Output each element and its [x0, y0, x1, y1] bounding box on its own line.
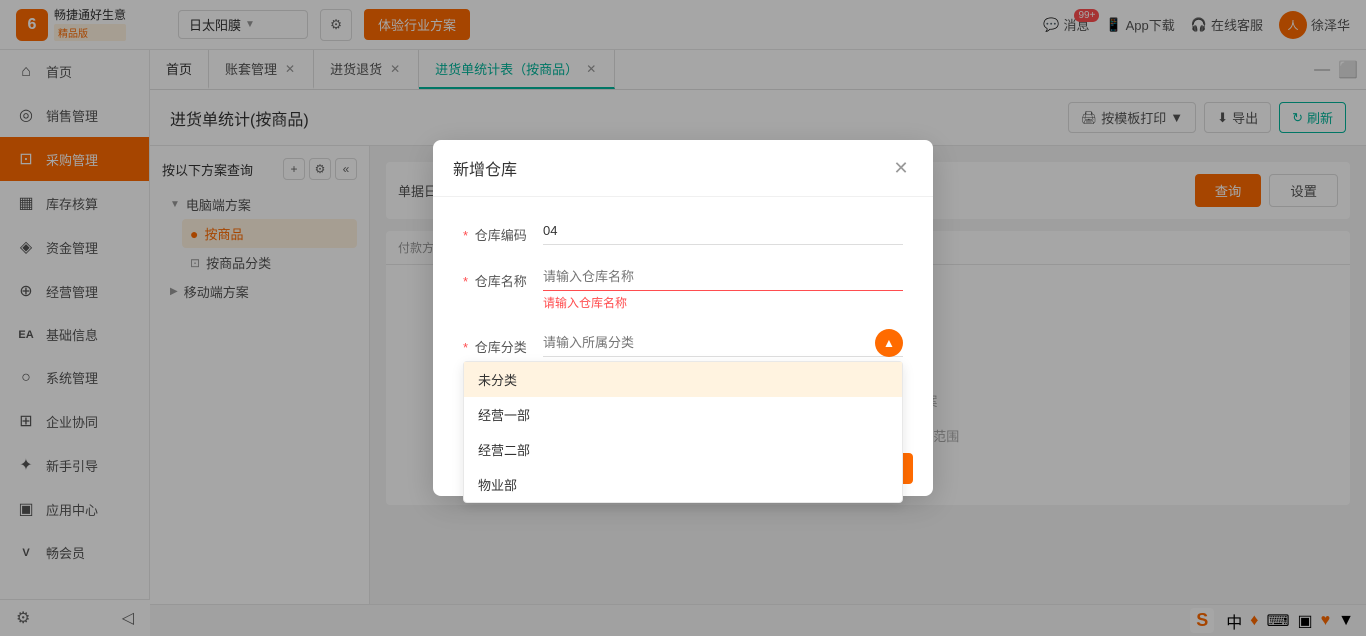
category-input[interactable]: [543, 329, 903, 357]
form-row-code: * 仓库编码: [463, 217, 903, 245]
name-error-msg: 请输入仓库名称: [543, 294, 903, 311]
modal-body: * 仓库编码 * 仓库名称 请输入仓库名称: [433, 197, 933, 441]
cat-option-uncategorized[interactable]: 未分类: [464, 362, 902, 397]
modal-overlay: 新增仓库 ✕ * 仓库编码 * 仓库名称: [0, 0, 1366, 636]
category-selector: ▲: [543, 329, 903, 357]
cat-option-dept2[interactable]: 经营二部: [464, 432, 902, 467]
category-dropdown: 未分类 经营一部 经营二部 物业部: [463, 361, 903, 503]
name-control: 请输入仓库名称: [543, 263, 903, 311]
cat-option-property[interactable]: 物业部: [464, 467, 902, 502]
category-toggle-btn[interactable]: ▲: [875, 329, 903, 357]
name-label: * 仓库名称: [463, 263, 543, 290]
cat-option-dept1[interactable]: 经营一部: [464, 397, 902, 432]
form-row-category: * 仓库分类 ▲ 未分类 经营一部 经营二部 物业部: [463, 329, 903, 357]
new-warehouse-modal: 新增仓库 ✕ * 仓库编码 * 仓库名称: [433, 140, 933, 496]
warehouse-name-input[interactable]: [543, 263, 903, 291]
form-row-name: * 仓库名称 请输入仓库名称: [463, 263, 903, 311]
category-label: * 仓库分类: [463, 329, 543, 356]
code-control: [543, 217, 903, 245]
modal-close-btn[interactable]: ✕: [889, 156, 913, 180]
modal-title: 新增仓库: [453, 156, 517, 180]
modal-header: 新增仓库 ✕: [433, 140, 933, 197]
category-control: ▲ 未分类 经营一部 经营二部 物业部: [543, 329, 903, 357]
warehouse-code-input[interactable]: [543, 217, 903, 245]
code-label: * 仓库编码: [463, 217, 543, 244]
